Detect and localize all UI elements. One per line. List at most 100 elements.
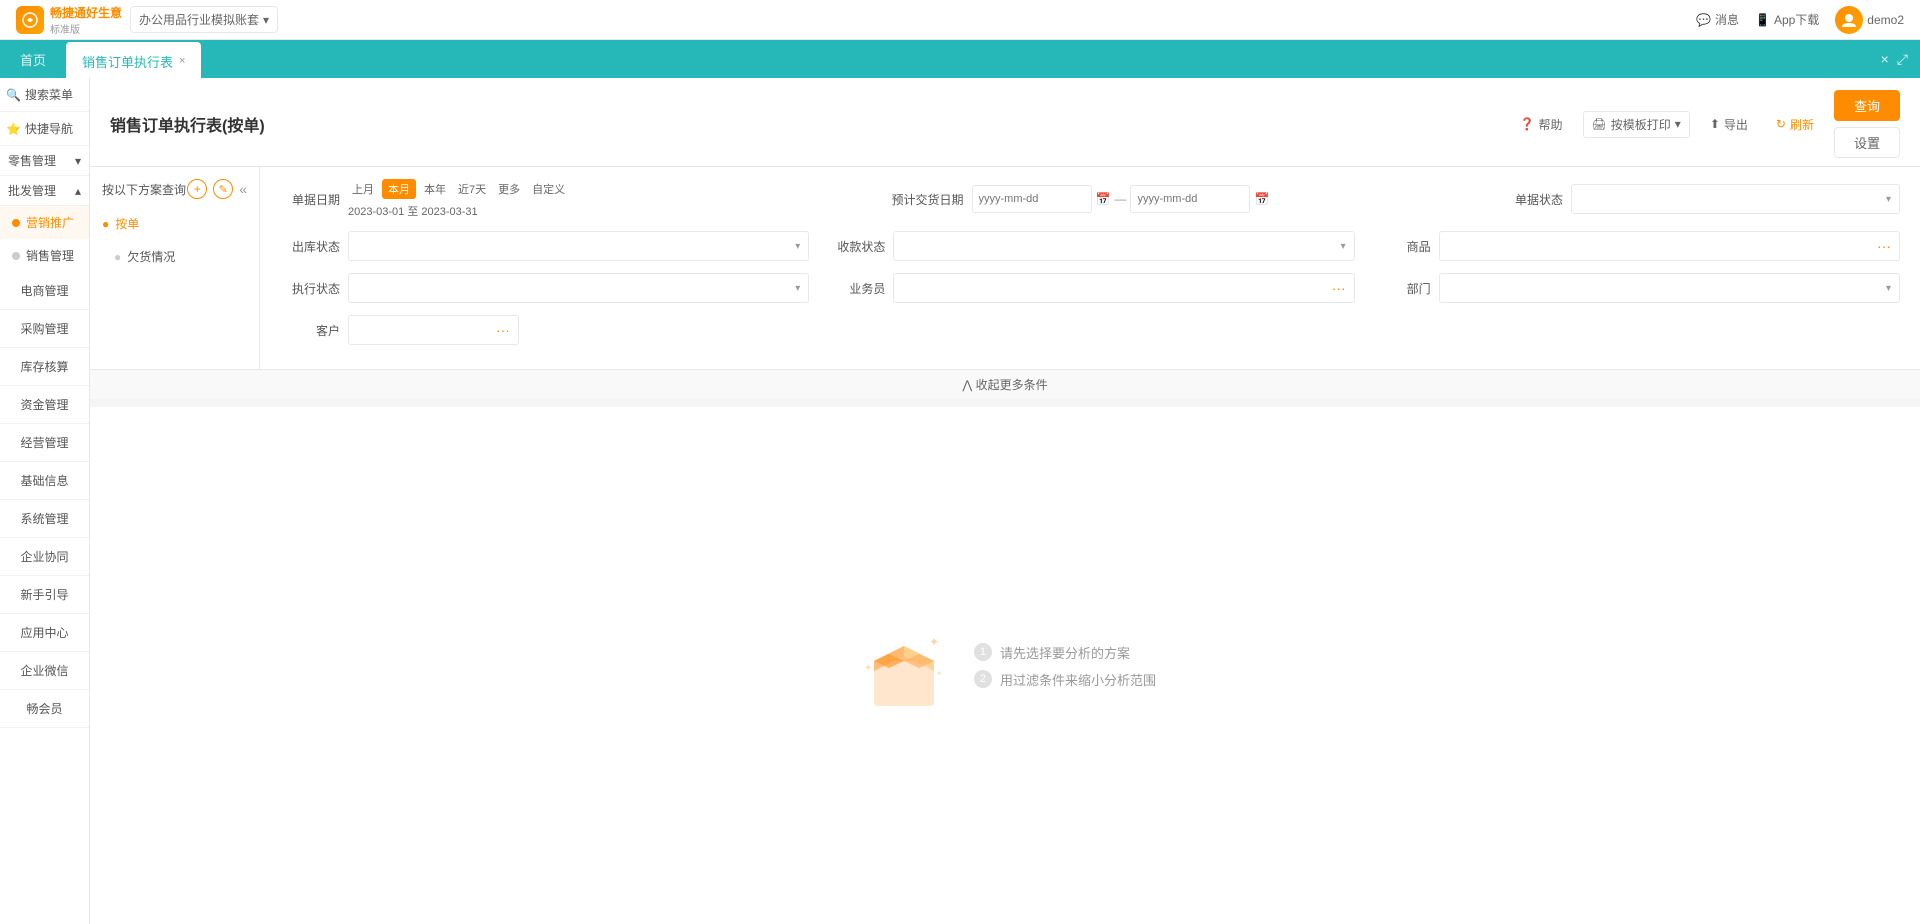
sales-person-ellipsis-icon[interactable]: ···: [1332, 280, 1346, 296]
empty-icon-area: ✦ ✦ ✦ 1 请先选择要分析的方案 2 用过滤条件来缩小分析范围: [854, 616, 1156, 716]
filter-goods: 商品 ···: [1371, 231, 1900, 261]
sidebar-item-biz[interactable]: 经营管理: [0, 424, 89, 462]
filter-doc-status: 单据状态 ▾: [1503, 184, 1900, 214]
filter-sales-person: 业务员 ···: [825, 273, 1354, 303]
doc-status-select[interactable]: ▾: [1571, 184, 1900, 214]
sidebar-item-purchase[interactable]: 采购管理: [0, 310, 89, 348]
sidebar-sub-sales[interactable]: 销售管理: [0, 239, 89, 272]
dept-select[interactable]: ▾: [1439, 273, 1900, 303]
filter-main-fields: 单据日期 上月 本月 本年 近7天 更多 自定义 2023-: [260, 167, 1920, 369]
sales-person-select[interactable]: ···: [893, 273, 1354, 303]
exec-status-select[interactable]: ▾: [348, 273, 809, 303]
page-actions: ❓ 帮助 🖨 按模板打印 ▾ ⬆ 导出 ↻ 刷新 查询: [1512, 90, 1900, 158]
filter-forecast-date: 预计交货日期 📅 — 📅: [892, 185, 1488, 213]
empty-step-2: 2 用过滤条件来缩小分析范围: [974, 670, 1156, 689]
tab-maximize-icon[interactable]: ⤢: [1897, 51, 1908, 68]
customer-label: 客户: [280, 322, 340, 339]
sub-active-dot: [12, 216, 20, 230]
goods-select[interactable]: ···: [1439, 231, 1900, 261]
company-selector-chevron: ▾: [263, 13, 269, 27]
search-icon: 🔍: [6, 88, 21, 102]
sidebar-item-member[interactable]: 畅会员: [0, 690, 89, 728]
print-btn[interactable]: 🖨 按模板打印 ▾: [1583, 111, 1690, 138]
sidebar-item-system[interactable]: 系统管理: [0, 500, 89, 538]
last-month-btn[interactable]: 上月: [348, 179, 378, 199]
tab-close-btn[interactable]: ×: [179, 55, 185, 67]
filter-out-stock: 出库状态 ▾: [280, 231, 809, 261]
forecast-date-from[interactable]: [972, 185, 1092, 213]
sub-dot: [12, 249, 20, 263]
more-date-btn[interactable]: 更多: [494, 179, 524, 199]
this-month-btn[interactable]: 本月: [382, 179, 416, 199]
sidebar-item-newuser[interactable]: 新手引导: [0, 576, 89, 614]
calendar-to-icon: 📅: [1254, 192, 1269, 206]
sales-person-label: 业务员: [825, 280, 885, 297]
filter-add-btn[interactable]: +: [187, 179, 207, 199]
company-selector[interactable]: 办公用品行业模拟账套 ▾: [130, 6, 278, 33]
tab-sales-order[interactable]: 销售订单执行表 ×: [66, 42, 201, 80]
pressing-icon: ●: [102, 217, 109, 231]
sidebar-item-wholesale[interactable]: 批发管理 ▴: [0, 176, 89, 206]
filter-row-4: 客户 ···: [280, 315, 1900, 345]
collapse-more-bar[interactable]: ⋀ 收起更多条件: [90, 369, 1920, 399]
message-icon: 💬: [1696, 13, 1711, 27]
receipt-status-select[interactable]: ▾: [893, 231, 1354, 261]
empty-state: ✦ ✦ ✦ 1 请先选择要分析的方案 2 用过滤条件来缩小分析范围: [90, 407, 1920, 924]
sidebar-item-ecom[interactable]: 电商管理: [0, 272, 89, 310]
sidebar-quick-nav[interactable]: ⭐ 快捷导航: [0, 112, 89, 146]
filter-collapse-btn[interactable]: «: [239, 181, 247, 197]
this-year-btn[interactable]: 本年: [420, 179, 450, 199]
export-btn[interactable]: ⬆ 导出: [1702, 112, 1756, 137]
collapse-icon: ⋀: [962, 378, 975, 392]
forecast-date-to[interactable]: [1130, 185, 1250, 213]
filter-edit-btn[interactable]: ✎: [213, 179, 233, 199]
logo-sub-text: 标准版: [50, 21, 122, 36]
custom-date-btn[interactable]: 自定义: [528, 179, 569, 199]
sidebar-sub-marketing[interactable]: 营销推广: [0, 206, 89, 239]
tab-close-window-icon[interactable]: ×: [1881, 51, 1889, 67]
print-chevron-icon: ▾: [1675, 117, 1681, 131]
sidebar-item-appcenter[interactable]: 应用中心: [0, 614, 89, 652]
filter-row-3: 执行状态 ▾ 业务员 ··· 部门: [280, 273, 1900, 303]
out-stock-label: 出库状态: [280, 238, 340, 255]
last7days-btn[interactable]: 近7天: [454, 179, 490, 199]
logo-main-text: 畅捷通好生意: [50, 4, 122, 21]
tab-home[interactable]: 首页: [0, 40, 66, 78]
message-btn[interactable]: 💬 消息: [1696, 11, 1739, 28]
app-download-btn[interactable]: 📱 App下载: [1755, 11, 1819, 28]
refresh-icon: ↻: [1776, 117, 1786, 131]
date-quick-btns: 上月 本月 本年 近7天 更多 自定义: [348, 179, 876, 199]
customer-select[interactable]: ···: [348, 315, 519, 345]
filter-side-actions: + ✎ «: [187, 179, 247, 199]
sidebar-item-entwechat[interactable]: 企业微信: [0, 652, 89, 690]
dept-chevron-icon: ▾: [1886, 283, 1891, 294]
sidebar-search[interactable]: 🔍 搜索菜单: [0, 78, 89, 112]
filter-side-panel: 按以下方案查询 + ✎ « ● 按单 ● 欠货情况: [90, 167, 260, 369]
out-stock-select[interactable]: ▾: [348, 231, 809, 261]
help-btn[interactable]: ❓ 帮助: [1512, 112, 1571, 137]
user-avatar-btn[interactable]: demo2: [1835, 6, 1904, 34]
export-icon: ⬆: [1710, 117, 1720, 131]
refresh-btn[interactable]: ↻ 刷新: [1768, 112, 1822, 137]
sidebar-item-retail[interactable]: 零售管理 ▾: [0, 146, 89, 176]
customer-ellipsis-icon[interactable]: ···: [496, 322, 510, 338]
sidebar-item-basic[interactable]: 基础信息: [0, 462, 89, 500]
filter-row-1: 单据日期 上月 本月 本年 近7天 更多 自定义 2023-: [280, 179, 1900, 219]
sidebar-item-funds[interactable]: 资金管理: [0, 386, 89, 424]
svg-text:✦: ✦: [929, 635, 939, 649]
query-button[interactable]: 查询: [1834, 90, 1900, 121]
star-icon: ⭐: [6, 122, 21, 136]
header-left: 畅捷通好生意 标准版 办公用品行业模拟账套 ▾: [16, 4, 278, 36]
empty-text-area: 1 请先选择要分析的方案 2 用过滤条件来缩小分析范围: [974, 643, 1156, 689]
empty-step-1: 1 请先选择要分析的方案: [974, 643, 1156, 662]
date-range-display: 2023-03-01 至 2023-03-31: [348, 203, 876, 219]
phone-icon: 📱: [1755, 13, 1770, 27]
settings-button[interactable]: 设置: [1834, 127, 1900, 158]
debt-icon: ●: [114, 250, 121, 264]
filter-layout: 按以下方案查询 + ✎ « ● 按单 ● 欠货情况: [90, 167, 1920, 369]
sidebar-item-inventory[interactable]: 库存核算: [0, 348, 89, 386]
filter-side-item-pressing[interactable]: ● 按单: [90, 207, 259, 240]
filter-side-item-debt[interactable]: ● 欠货情况: [90, 240, 259, 273]
sidebar-item-enterprise[interactable]: 企业协同: [0, 538, 89, 576]
goods-ellipsis-icon[interactable]: ···: [1877, 238, 1891, 254]
